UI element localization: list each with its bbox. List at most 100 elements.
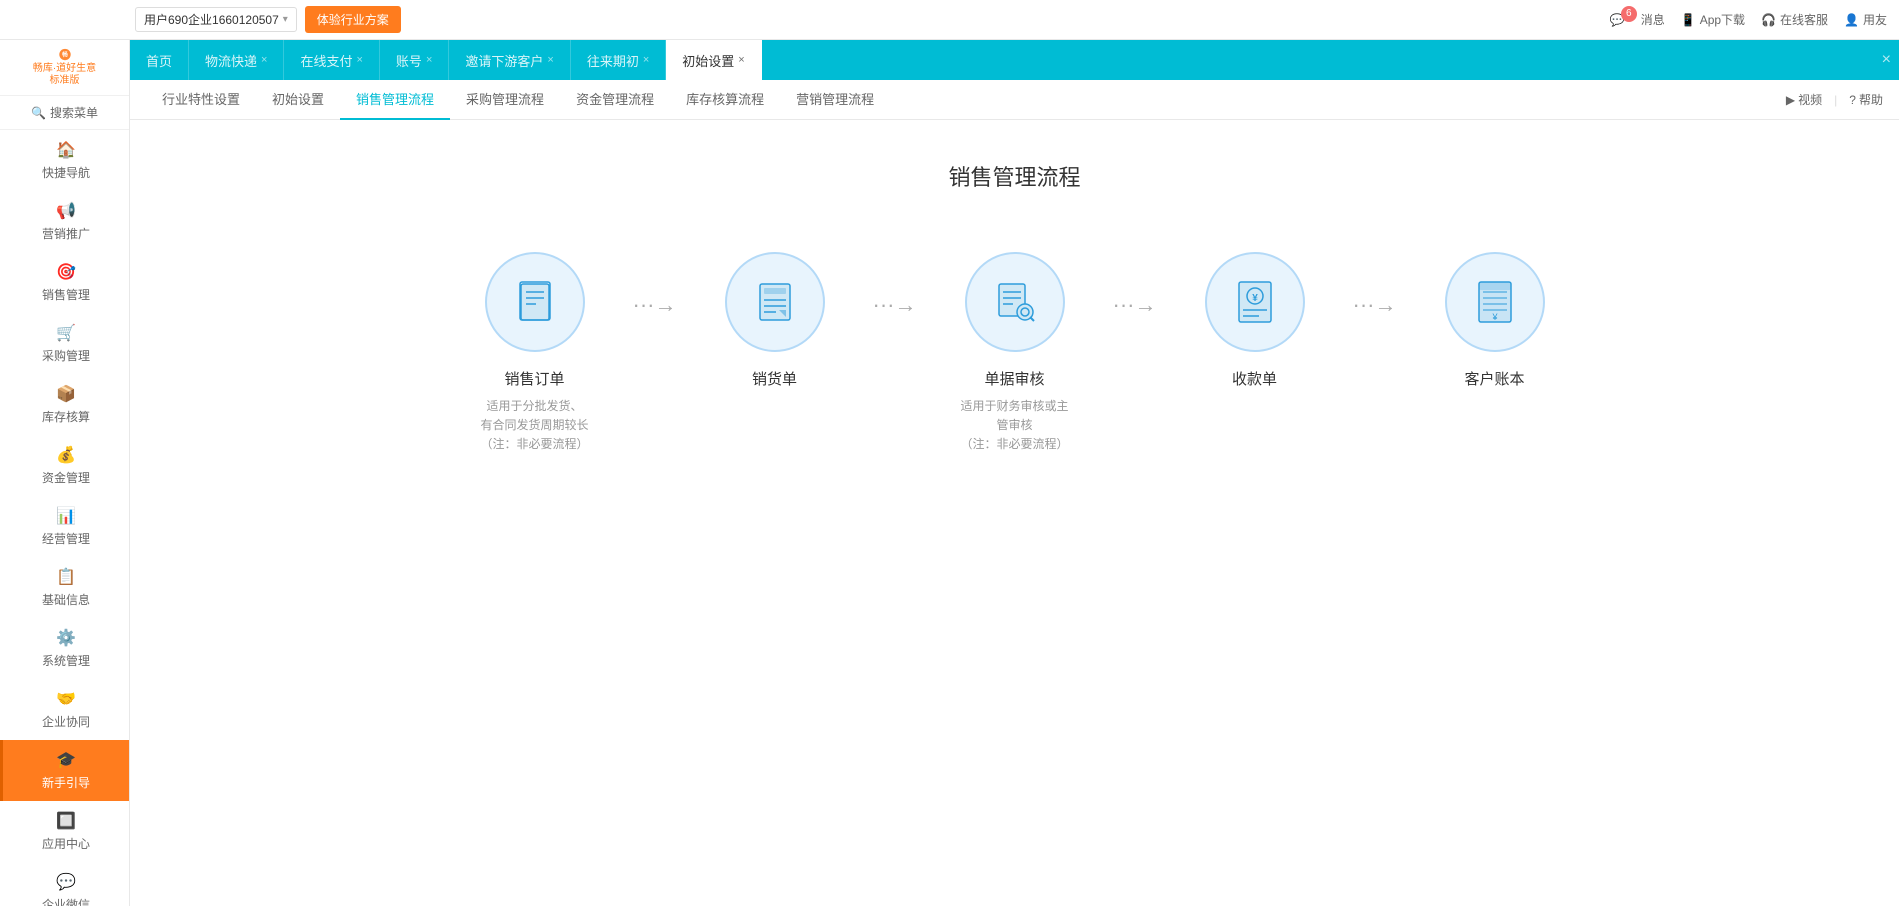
sidebar-item-base-info[interactable]: 📋 基础信息 — [0, 557, 129, 618]
play-icon: ▶ — [1786, 93, 1795, 107]
sidebar-label: 企业协同 — [42, 713, 90, 730]
flow-step-receipt[interactable]: ¥ 收款单 — [1165, 252, 1345, 397]
sub-tab-industry-label: 行业特性设置 — [162, 89, 240, 108]
arrow-icon-2: ···→ — [873, 292, 917, 318]
nav-tab-online-pay-label: 在线支付 — [300, 51, 352, 70]
sidebar-item-new-guide[interactable]: 🎓 新手引导 — [0, 740, 129, 801]
doc-review-icon — [991, 278, 1039, 326]
nav-tab-logistics-close[interactable]: × — [261, 54, 267, 66]
sidebar-label: 销售管理 — [42, 286, 90, 303]
sidebar-search[interactable]: 🔍 搜索菜单 — [0, 96, 129, 130]
close-all-tabs-btn[interactable]: × — [1882, 51, 1891, 69]
sidebar-label: 采购管理 — [42, 347, 90, 364]
sub-tab-industry-settings[interactable]: 行业特性设置 — [146, 80, 256, 120]
nav-tab-period-close[interactable]: × — [643, 54, 649, 66]
nav-tab-online-pay[interactable]: 在线支付 × — [284, 40, 379, 80]
flow-desc-doc-review: 适用于财务审核或主管审核（注：非必要流程） — [960, 397, 1068, 455]
sub-tab-inventory-flow[interactable]: 库存核算流程 — [670, 80, 780, 120]
sidebar-label: 应用中心 — [42, 835, 90, 852]
sidebar-label: 系统管理 — [42, 652, 90, 669]
sub-tab-marketing-label: 营销管理流程 — [796, 89, 874, 108]
sub-tab-sales-flow[interactable]: 销售管理流程 — [340, 80, 450, 120]
message-item[interactable]: 💬 6 消息 — [1610, 11, 1665, 28]
base-info-icon: 📋 — [56, 567, 76, 587]
nav-tab-account-close[interactable]: × — [426, 54, 432, 66]
message-badge: 6 — [1621, 6, 1637, 22]
sub-tab-finance-flow[interactable]: 资金管理流程 — [560, 80, 670, 120]
help-action[interactable]: ? 帮助 — [1849, 91, 1883, 108]
sidebar-item-app-center[interactable]: 🔲 应用中心 — [0, 801, 129, 862]
sidebar-item-purchase-mgmt[interactable]: 🛒 采购管理 — [0, 313, 129, 374]
ops-icon: 📊 — [56, 506, 76, 526]
sidebar-item-sales-mgmt[interactable]: 🎯 销售管理 — [0, 252, 129, 313]
arrow-icon: ···→ — [633, 292, 677, 318]
nav-tab-invite-close[interactable]: × — [547, 54, 553, 66]
nav-tab-init-close[interactable]: × — [738, 54, 744, 66]
sidebar-item-marketing-promo[interactable]: 📢 营销推广 — [0, 191, 129, 252]
sidebar-item-finance-mgmt[interactable]: 💰 资金管理 — [0, 435, 129, 496]
flow-circle-doc-review — [965, 252, 1065, 352]
finance-icon: 💰 — [56, 445, 76, 465]
sidebar-item-enterprise-wechat[interactable]: 💬 企业微信 — [0, 862, 129, 906]
download-icon: 📱 — [1681, 13, 1696, 27]
flow-label-sales-invoice: 销货单 — [752, 368, 797, 389]
flow-arrow-4: ···→ — [1345, 252, 1405, 318]
nav-tab-period-label: 往来期初 — [587, 51, 639, 70]
nav-tab-period-init[interactable]: 往来期初 × — [571, 40, 666, 80]
nav-tab-account[interactable]: 账号 × — [380, 40, 449, 80]
avatar-icon: 👤 — [1844, 13, 1859, 27]
flow-circle-sales-order — [485, 252, 585, 352]
sub-tab-purchase-label: 采购管理流程 — [466, 89, 544, 108]
sidebar-item-inventory[interactable]: 📦 库存核算 — [0, 374, 129, 435]
user-name-label: 用友 — [1863, 11, 1887, 28]
nav-tab-invite-customer[interactable]: 邀请下游客户 × — [449, 40, 570, 80]
video-label: 视频 — [1798, 91, 1822, 108]
inventory-icon: 📦 — [56, 384, 76, 404]
sub-tab-init-settings[interactable]: 初始设置 — [256, 80, 340, 120]
online-service-label: 在线客服 — [1780, 11, 1828, 28]
sub-tab-marketing-flow[interactable]: 营销管理流程 — [780, 80, 890, 120]
sales-invoice-icon — [751, 278, 799, 326]
sidebar-item-enterprise-collab[interactable]: 🤝 企业协同 — [0, 679, 129, 740]
sidebar-item-quick-nav[interactable]: 🏠 快捷导航 — [0, 130, 129, 191]
sidebar-item-ops-mgmt[interactable]: 📊 经营管理 — [0, 496, 129, 557]
sub-tab-purchase-flow[interactable]: 采购管理流程 — [450, 80, 560, 120]
sales-order-icon — [511, 278, 559, 326]
nav-tab-home[interactable]: 首页 — [130, 40, 189, 80]
flow-label-customer-account: 客户账本 — [1464, 368, 1524, 389]
user-selector[interactable]: 用户690企业1660120507 ▾ — [135, 7, 297, 32]
online-service-item[interactable]: 🎧 在线客服 — [1761, 11, 1828, 28]
page-title: 销售管理流程 — [150, 160, 1879, 192]
flow-circle-customer-account: ¥ — [1445, 252, 1545, 352]
flow-step-sales-order[interactable]: 销售订单 适用于分批发货、有合同发货周期较长（注：非必要流程） — [445, 252, 625, 455]
purchase-icon: 🛒 — [56, 323, 76, 343]
arrow-icon-4: ···→ — [1353, 292, 1397, 318]
nav-tab-init-settings[interactable]: 初始设置 × — [666, 40, 761, 80]
flow-step-doc-review[interactable]: 单据审核 适用于财务审核或主管审核（注：非必要流程） — [925, 252, 1105, 455]
home-icon: 🏠 — [56, 140, 76, 160]
help-icon: ? — [1849, 93, 1856, 107]
sub-tab-actions: ▶ 视频 | ? 帮助 — [1786, 91, 1883, 108]
sidebar-item-sys-mgmt[interactable]: ⚙️ 系统管理 — [0, 618, 129, 679]
sidebar-label: 营销推广 — [42, 225, 90, 242]
sidebar-label: 新手引导 — [42, 774, 90, 791]
divider: | — [1834, 93, 1837, 107]
app-download-item[interactable]: 📱 App下载 — [1681, 11, 1745, 28]
app-center-icon: 🔲 — [56, 811, 76, 831]
top-header: 用户690企业1660120507 ▾ 体验行业方案 💬 6 消息 📱 App下… — [0, 0, 1899, 40]
flow-step-customer-account[interactable]: ¥ 客户账本 — [1405, 252, 1585, 397]
nav-tabs: 首页 物流快递 × 在线支付 × 账号 × 邀请下游客户 × 往来期初 × — [130, 40, 1899, 80]
user-avatar-item[interactable]: 👤 用友 — [1844, 11, 1887, 28]
flow-step-sales-invoice[interactable]: 销货单 — [685, 252, 865, 397]
receipt-icon: ¥ — [1231, 278, 1279, 326]
nav-tab-init-label: 初始设置 — [682, 51, 734, 70]
nav-tab-online-pay-close[interactable]: × — [356, 54, 362, 66]
trial-button[interactable]: 体验行业方案 — [305, 6, 401, 33]
nav-tab-invite-label: 邀请下游客户 — [465, 51, 543, 70]
flow-diagram: 销售订单 适用于分批发货、有合同发货周期较长（注：非必要流程） ···→ — [150, 252, 1879, 455]
nav-tab-logistics[interactable]: 物流快递 × — [189, 40, 284, 80]
search-menu-btn[interactable]: 🔍 搜索菜单 — [8, 104, 121, 121]
arrow-icon-3: ···→ — [1113, 292, 1157, 318]
sub-tabs: 行业特性设置 初始设置 销售管理流程 采购管理流程 资金管理流程 库存核算流程 … — [130, 80, 1899, 120]
video-action[interactable]: ▶ 视频 — [1786, 91, 1822, 108]
